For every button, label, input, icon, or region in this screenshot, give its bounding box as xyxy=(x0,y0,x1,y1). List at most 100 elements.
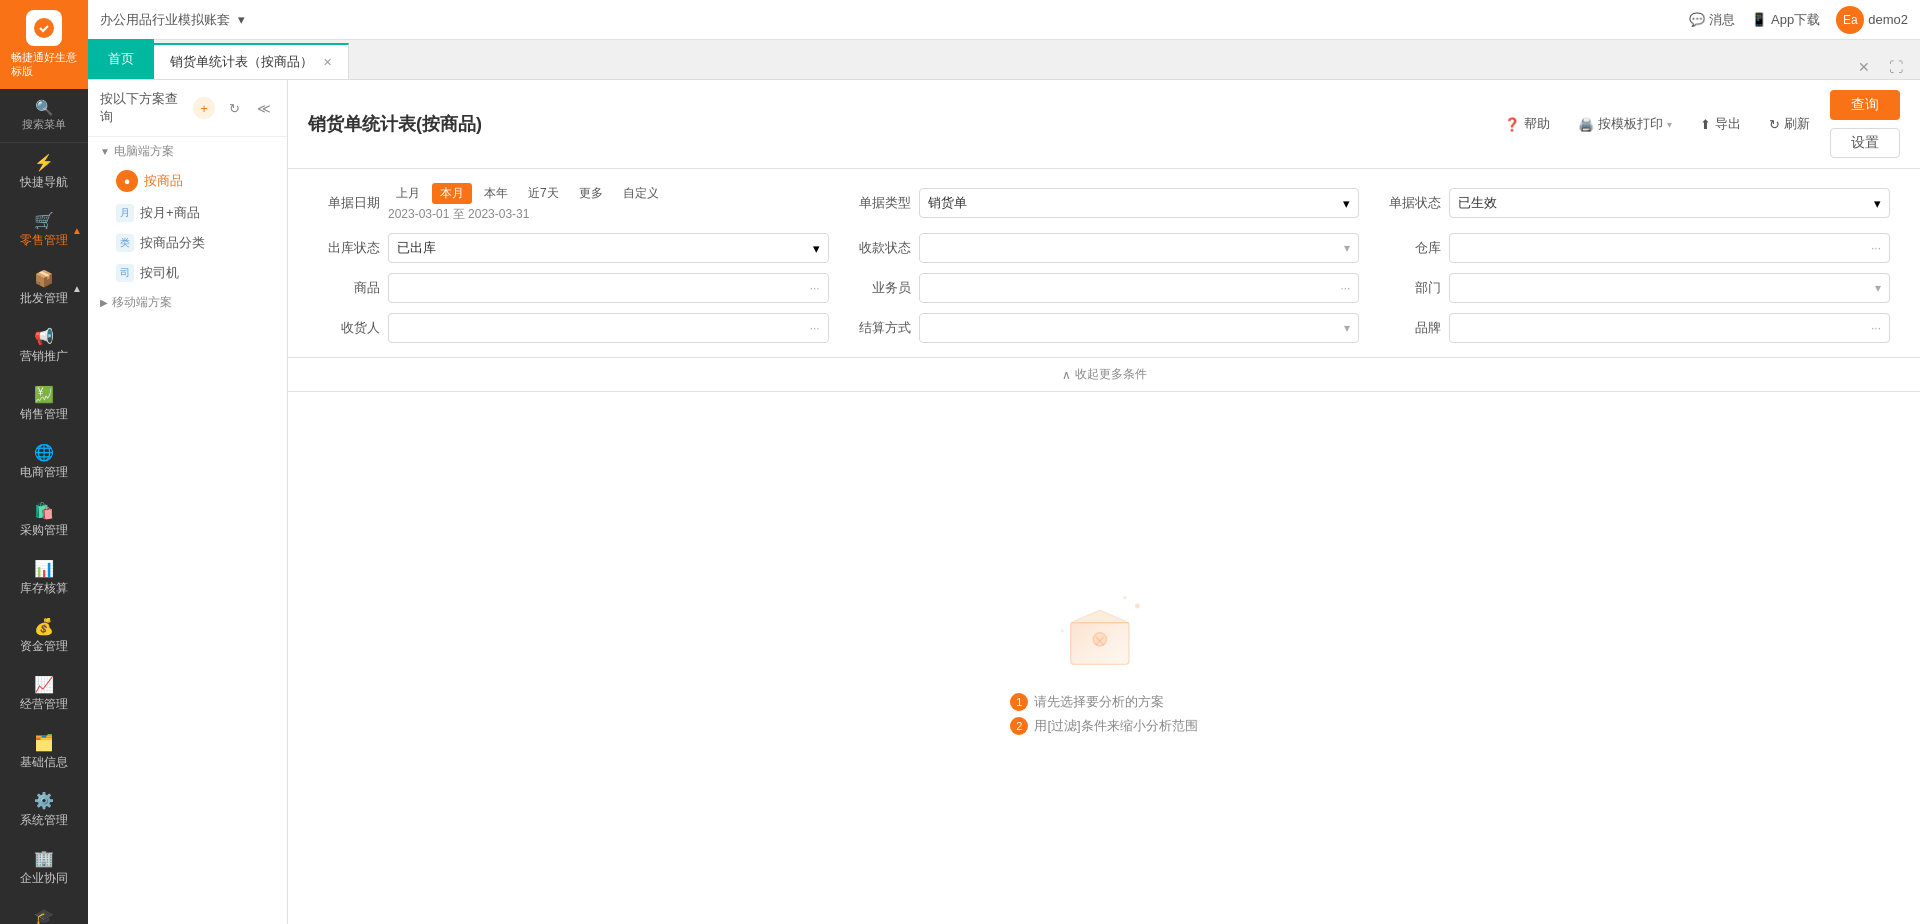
dropdown-icon[interactable]: ▾ xyxy=(238,12,245,27)
sidebar-item-inventory[interactable]: 📊 库存核算 xyxy=(0,549,88,607)
sidebar-item-guide[interactable]: 🎓 新手引导 xyxy=(0,897,88,924)
goods-label: 商品 xyxy=(308,279,388,297)
sidebar-item-marketing[interactable]: 📢 营销推广 xyxy=(0,317,88,375)
sidebar-item-sales[interactable]: 💹 销售管理 xyxy=(0,375,88,433)
date-tab-more[interactable]: 更多 xyxy=(571,183,611,204)
app-download-btn[interactable]: 📱 App下载 xyxy=(1751,11,1820,29)
user-avatar-btn[interactable]: Ea demo2 xyxy=(1836,6,1908,34)
refresh-icon: ↻ xyxy=(1769,117,1780,132)
empty-tip-1: 1 请先选择要分析的方案 xyxy=(1010,693,1197,711)
logo-icon xyxy=(26,10,62,46)
add-scheme-btn[interactable]: + xyxy=(193,97,215,119)
filter-row-3: 商品 ··· 业务员 ··· xyxy=(308,273,1900,303)
tree-item-by-driver[interactable]: 司 按司机 xyxy=(88,258,287,288)
sidebar-item-enterprise[interactable]: 🏢 企业协同 xyxy=(0,839,88,897)
search-menu-item[interactable]: 🔍 搜索菜单 xyxy=(0,89,88,143)
sidebar-item-operations[interactable]: 📈 经营管理 xyxy=(0,665,88,723)
pay-filter-cell: 收款状态 ▾ xyxy=(839,233,1370,263)
dept-control: ▾ xyxy=(1449,273,1890,303)
date-filter-cell: 单据日期 上月 本月 本年 近7天 更多 自定义 xyxy=(308,183,839,223)
tip-num-1: 1 xyxy=(1010,693,1028,711)
empty-tip-2: 2 用[过滤]条件来缩小分析范围 xyxy=(1010,717,1197,735)
warehouse-filter-cell: 仓库 ··· xyxy=(1369,233,1900,263)
tree-section-mobile: ▶ 移动端方案 xyxy=(88,288,287,315)
warehouse-more-icon: ··· xyxy=(1871,241,1881,255)
salesman-select[interactable]: ··· xyxy=(919,273,1360,303)
tab-home[interactable]: 首页 xyxy=(88,39,154,79)
date-tab-this-year[interactable]: 本年 xyxy=(476,183,516,204)
print-btn[interactable]: 🖨️ 按模板打印 ▾ xyxy=(1570,111,1680,137)
tree-item-by-goods[interactable]: ● 按商品 xyxy=(88,164,287,198)
tab-sales-stats[interactable]: 销货单统计表（按商品） ✕ xyxy=(154,43,349,79)
svg-point-6 xyxy=(1135,604,1140,609)
print-arrow-icon: ▾ xyxy=(1667,119,1672,130)
settings-btn[interactable]: 设置 xyxy=(1830,128,1900,158)
dept-select[interactable]: ▾ xyxy=(1449,273,1890,303)
payment-filter-cell: 结算方式 ▾ xyxy=(839,313,1370,343)
sidebar-item-basic[interactable]: 🗂️ 基础信息 xyxy=(0,723,88,781)
warehouse-select[interactable]: ··· xyxy=(1449,233,1890,263)
active-scheme-icon: ● xyxy=(116,170,138,192)
brand-select[interactable]: ··· xyxy=(1449,313,1890,343)
collapse-filters-btn[interactable]: ∧ 收起更多条件 xyxy=(288,358,1920,392)
refresh-btn[interactable]: ↻ 刷新 xyxy=(1761,111,1818,137)
maximize-window-btn[interactable]: ⛶ xyxy=(1884,55,1908,79)
export-icon: ⬆ xyxy=(1700,117,1711,132)
pay-select[interactable]: ▾ xyxy=(919,233,1360,263)
type-label: 单据类型 xyxy=(839,194,919,212)
dept-label: 部门 xyxy=(1369,279,1449,297)
date-label: 单据日期 xyxy=(308,194,388,212)
brand-filter-cell: 品牌 ··· xyxy=(1369,313,1900,343)
goods-more-icon: ··· xyxy=(810,281,820,295)
sidebar-item-system[interactable]: ⚙️ 系统管理 xyxy=(0,781,88,839)
close-window-btn[interactable]: ✕ xyxy=(1852,55,1876,79)
payment-label: 结算方式 xyxy=(839,319,919,337)
receiver-select[interactable]: ··· xyxy=(388,313,829,343)
payment-select[interactable]: ▾ xyxy=(919,313,1360,343)
query-btn[interactable]: 查询 xyxy=(1830,90,1900,120)
date-tab-7days[interactable]: 近7天 xyxy=(520,183,567,204)
type-control: 销货单 ▾ xyxy=(919,188,1360,218)
refresh-scheme-btn[interactable]: ↻ xyxy=(223,97,245,119)
goods-select[interactable]: ··· xyxy=(388,273,829,303)
message-btn[interactable]: 💬 消息 xyxy=(1689,11,1735,29)
outstock-arrow: ▾ xyxy=(813,241,820,256)
export-btn[interactable]: ⬆ 导出 xyxy=(1692,111,1749,137)
tree-item-by-month-goods[interactable]: 月 按月+商品 xyxy=(88,198,287,228)
logo-text: 畅捷通好生意 标版 xyxy=(11,50,77,79)
page-header: 销货单统计表(按商品) ❓ 帮助 🖨️ 按模板打印 ▾ ⬆ 导出 xyxy=(288,80,1920,169)
type-select[interactable]: 销货单 ▾ xyxy=(919,188,1360,218)
filter-row-1: 单据日期 上月 本月 本年 近7天 更多 自定义 xyxy=(308,183,1900,223)
sidebar-logo: 畅捷通好生意 标版 xyxy=(0,0,88,89)
sidebar-item-wholesale[interactable]: 📦 批发管理 ▲ xyxy=(0,259,88,317)
outstock-filter-cell: 出库状态 已出库 ▾ xyxy=(308,233,839,263)
outstock-select[interactable]: 已出库 ▾ xyxy=(388,233,829,263)
industry-label: 办公用品行业模拟账套 xyxy=(100,11,230,29)
goods-control: ··· xyxy=(388,273,829,303)
left-panel: 按以下方案查询 + ↻ ≪ ▼ 电脑端方案 ● 按商品 月 按月+商品 xyxy=(88,80,288,924)
date-tab-this-month[interactable]: 本月 xyxy=(432,183,472,204)
help-btn[interactable]: ❓ 帮助 xyxy=(1496,111,1558,137)
date-tab-custom[interactable]: 自定义 xyxy=(615,183,667,204)
page-title: 销货单统计表(按商品) xyxy=(308,112,482,136)
status-select[interactable]: 已生效 ▾ xyxy=(1449,188,1890,218)
scheme-icon-month: 月 xyxy=(116,204,134,222)
payment-control: ▾ xyxy=(919,313,1360,343)
sidebar-item-ecommerce[interactable]: 🌐 电商管理 xyxy=(0,433,88,491)
sidebar-item-purchase[interactable]: 🛍️ 采购管理 xyxy=(0,491,88,549)
status-control: 已生效 ▾ xyxy=(1449,188,1890,218)
sidebar-item-finance[interactable]: 💰 资金管理 xyxy=(0,607,88,665)
sidebar-item-quicknav[interactable]: ⚡ 快捷导航 xyxy=(0,143,88,201)
date-tab-last-month[interactable]: 上月 xyxy=(388,183,428,204)
tab-close-btn[interactable]: ✕ xyxy=(323,56,332,69)
tree-item-by-category[interactable]: 类 按商品分类 xyxy=(88,228,287,258)
sidebar-item-retail[interactable]: 🛒 零售管理 ▲ xyxy=(0,201,88,259)
date-range-display: 2023-03-01 至 2023-03-31 xyxy=(388,206,829,223)
sidebar: 畅捷通好生意 标版 🔍 搜索菜单 ⚡ 快捷导航 🛒 零售管理 ▲ 📦 批发管理 … xyxy=(0,0,88,924)
header-right: 💬 消息 📱 App下载 Ea demo2 xyxy=(1689,6,1908,34)
avatar: Ea xyxy=(1836,6,1864,34)
date-tabs-group: 上月 本月 本年 近7天 更多 自定义 2023-03-01 至 2023-03… xyxy=(388,183,829,223)
date-tabs-row: 上月 本月 本年 近7天 更多 自定义 xyxy=(388,183,829,204)
collapse-panel-btn[interactable]: ≪ xyxy=(253,97,275,119)
brand-more-icon: ··· xyxy=(1871,321,1881,335)
